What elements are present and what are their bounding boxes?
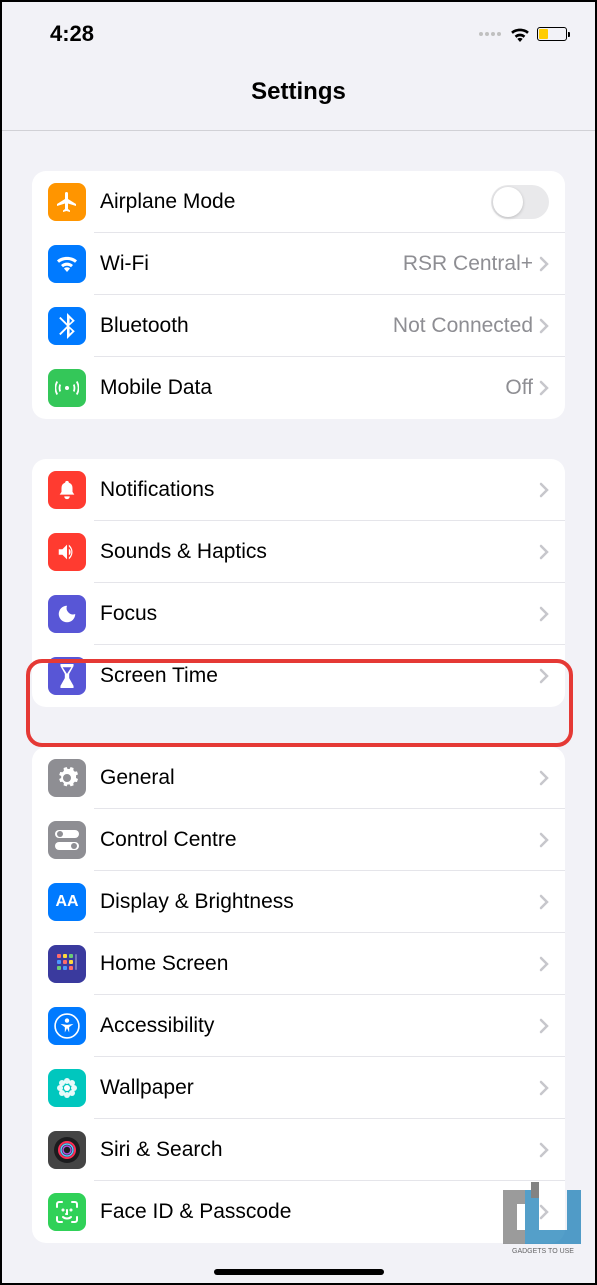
bell-icon [48, 471, 86, 509]
face-id-icon [48, 1193, 86, 1231]
settings-group-notifications: Notifications Sounds & Haptics Focus Scr… [32, 459, 565, 707]
row-siri-search[interactable]: Siri & Search [32, 1119, 565, 1181]
status-icons [479, 26, 567, 42]
row-label: Mobile Data [100, 376, 505, 400]
row-label: Airplane Mode [100, 190, 491, 214]
row-label: General [100, 766, 539, 790]
chevron-right-icon [539, 832, 549, 848]
home-indicator[interactable] [214, 1269, 384, 1275]
row-notifications[interactable]: Notifications [32, 459, 565, 521]
chevron-right-icon [539, 770, 549, 786]
gear-icon [48, 759, 86, 797]
row-label: Screen Time [100, 664, 539, 688]
row-label: Wallpaper [100, 1076, 539, 1100]
chevron-right-icon [539, 1080, 549, 1096]
row-label: Face ID & Passcode [100, 1200, 539, 1224]
siri-icon [48, 1131, 86, 1169]
row-sounds-haptics[interactable]: Sounds & Haptics [32, 521, 565, 583]
row-label: Accessibility [100, 1014, 539, 1038]
row-display-brightness[interactable]: AA Display & Brightness [32, 871, 565, 933]
row-label: Notifications [100, 478, 539, 502]
row-label: Siri & Search [100, 1138, 539, 1162]
row-screen-time[interactable]: Screen Time [32, 645, 565, 707]
row-bluetooth[interactable]: Bluetooth Not Connected [32, 295, 565, 357]
chevron-right-icon [539, 1142, 549, 1158]
settings-group-general: General Control Centre AA Display & Brig… [32, 747, 565, 1243]
row-airplane-mode[interactable]: Airplane Mode [32, 171, 565, 233]
battery-icon [537, 27, 567, 41]
row-label: Home Screen [100, 952, 539, 976]
chevron-right-icon [539, 1018, 549, 1034]
wifi-icon [509, 26, 531, 42]
chevron-right-icon [539, 380, 549, 396]
row-general[interactable]: General [32, 747, 565, 809]
bluetooth-icon [48, 307, 86, 345]
chevron-right-icon [539, 668, 549, 684]
row-focus[interactable]: Focus [32, 583, 565, 645]
signal-dots-icon [479, 32, 501, 36]
text-size-icon: AA [48, 883, 86, 921]
antenna-icon [48, 369, 86, 407]
switches-icon [48, 821, 86, 859]
hourglass-icon [48, 657, 86, 695]
row-label: Control Centre [100, 828, 539, 852]
chevron-right-icon [539, 894, 549, 910]
row-label: Bluetooth [100, 314, 393, 338]
row-home-screen[interactable]: Home Screen [32, 933, 565, 995]
row-value: RSR Central+ [403, 252, 533, 276]
row-label: Wi-Fi [100, 252, 403, 276]
page-title: Settings [2, 58, 595, 131]
status-time: 4:28 [50, 21, 94, 47]
watermark-logo: GADGETS TO USE [495, 1182, 591, 1261]
chevron-right-icon [539, 256, 549, 272]
row-wallpaper[interactable]: Wallpaper [32, 1057, 565, 1119]
airplane-icon [48, 183, 86, 221]
speaker-icon [48, 533, 86, 571]
wifi-icon [48, 245, 86, 283]
chevron-right-icon [539, 318, 549, 334]
row-wifi[interactable]: Wi-Fi RSR Central+ [32, 233, 565, 295]
airplane-toggle[interactable] [491, 185, 549, 219]
row-face-id[interactable]: Face ID & Passcode [32, 1181, 565, 1243]
chevron-right-icon [539, 606, 549, 622]
home-grid-icon [48, 945, 86, 983]
settings-group-connectivity: Airplane Mode Wi-Fi RSR Central+ Bluetoo… [32, 171, 565, 419]
row-label: Display & Brightness [100, 890, 539, 914]
row-control-centre[interactable]: Control Centre [32, 809, 565, 871]
moon-icon [48, 595, 86, 633]
row-mobile-data[interactable]: Mobile Data Off [32, 357, 565, 419]
chevron-right-icon [539, 956, 549, 972]
row-label: Focus [100, 602, 539, 626]
flower-icon [48, 1069, 86, 1107]
row-value: Not Connected [393, 314, 533, 338]
chevron-right-icon [539, 544, 549, 560]
chevron-right-icon [539, 482, 549, 498]
accessibility-icon [48, 1007, 86, 1045]
svg-text:GADGETS TO USE: GADGETS TO USE [512, 1248, 574, 1255]
settings-content: Airplane Mode Wi-Fi RSR Central+ Bluetoo… [2, 171, 595, 1283]
row-label: Sounds & Haptics [100, 540, 539, 564]
status-bar: 4:28 [2, 2, 595, 58]
row-accessibility[interactable]: Accessibility [32, 995, 565, 1057]
row-value: Off [505, 376, 533, 400]
